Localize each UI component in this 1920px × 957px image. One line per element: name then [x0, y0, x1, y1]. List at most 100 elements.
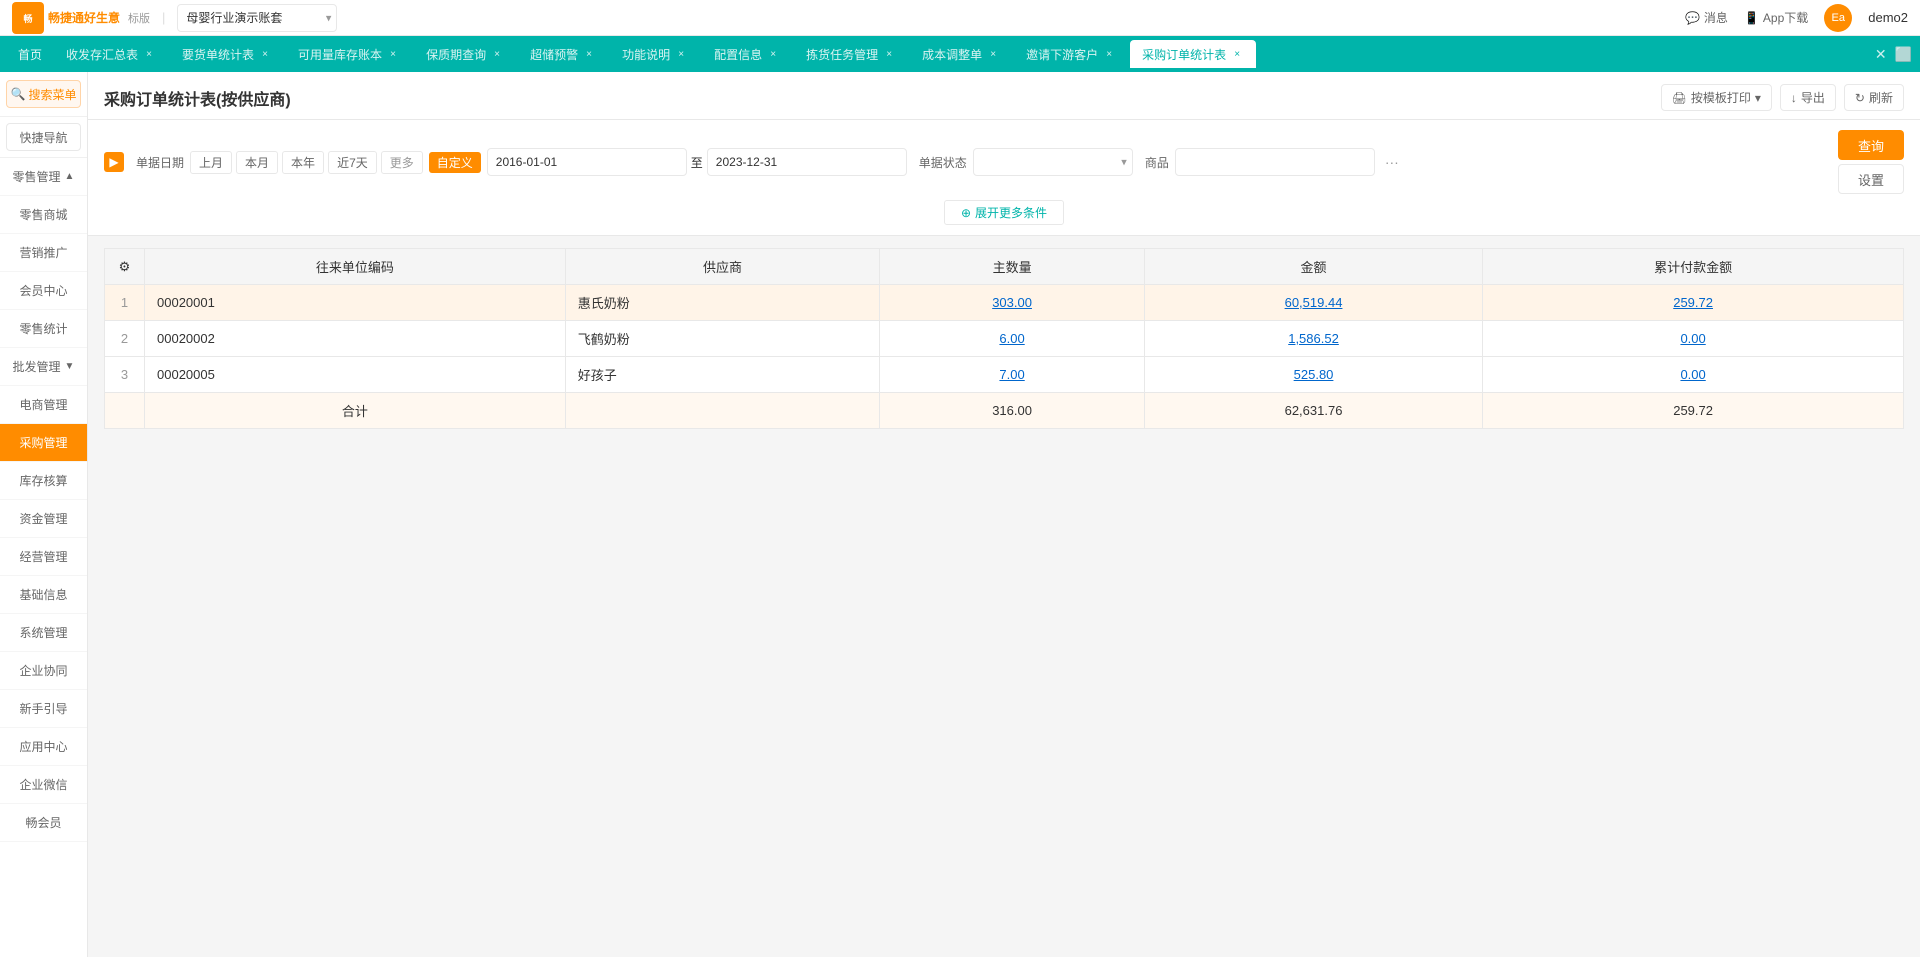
- tab-keyongliang[interactable]: 可用量库存账本 ×: [286, 40, 412, 68]
- sidebar-item-system[interactable]: 系统管理: [0, 614, 87, 652]
- sidebar-item-ecommerce[interactable]: 电商管理: [0, 386, 87, 424]
- cell-amount-2[interactable]: 1,586.52: [1144, 321, 1482, 357]
- sidebar-item-member[interactable]: 会员中心: [0, 272, 87, 310]
- close-tab-caigou[interactable]: ×: [1230, 47, 1244, 61]
- close-tab-jianhuo[interactable]: ×: [882, 47, 896, 61]
- nav-tabs: 首页 收发存汇总表 × 要货单统计表 × 可用量库存账本 × 保质期查询 × 超…: [0, 36, 1920, 72]
- close-tab-keyongliang[interactable]: ×: [386, 47, 400, 61]
- query-btn[interactable]: 查询: [1838, 130, 1904, 160]
- status-select[interactable]: [973, 148, 1133, 176]
- table-row: 1 00020001 惠氏奶粉 303.00 60,519.44 259.72: [105, 285, 1904, 321]
- sidebar-item-appstore[interactable]: 应用中心: [0, 728, 87, 766]
- message-btn[interactable]: 💬 消息: [1685, 9, 1728, 26]
- sidebar-item-retail-stat[interactable]: 零售统计: [0, 310, 87, 348]
- close-tab-yaoqing[interactable]: ×: [1102, 47, 1116, 61]
- page-actions: 🖨 按模板打印 ▾ ↓ 导出 ↻ 刷新: [1661, 84, 1904, 111]
- tab-baozhi[interactable]: 保质期查询 ×: [414, 40, 516, 68]
- col-amount: 金额: [1144, 249, 1482, 285]
- settings-btn[interactable]: 设置: [1838, 164, 1904, 194]
- goods-more-btn[interactable]: ···: [1381, 154, 1403, 170]
- gear-icon[interactable]: ⚙: [119, 259, 131, 274]
- search-menu-btn[interactable]: 🔍 搜索菜单: [6, 80, 81, 108]
- close-tab-yaohuo[interactable]: ×: [258, 47, 272, 61]
- close-tab-baozhi[interactable]: ×: [490, 47, 504, 61]
- shortcut-this-year[interactable]: 本年: [282, 151, 324, 174]
- maximize-tab[interactable]: ⬜: [1895, 46, 1912, 63]
- svg-text:畅: 畅: [23, 13, 32, 24]
- quick-nav-btn[interactable]: 快捷导航: [6, 123, 81, 151]
- filter-expand-area: ⊕ 展开更多条件: [104, 194, 1904, 225]
- sidebar-item-operations[interactable]: 经营管理: [0, 538, 87, 576]
- logo-subtitle: 标版: [128, 10, 150, 26]
- goods-input[interactable]: [1175, 148, 1375, 176]
- export-btn[interactable]: ↓ 导出: [1780, 84, 1836, 111]
- refresh-icon: ↻: [1855, 91, 1865, 105]
- cell-qty-3[interactable]: 7.00: [880, 357, 1145, 393]
- sidebar-item-inventory[interactable]: 库存核算: [0, 462, 87, 500]
- cell-paid-1[interactable]: 259.72: [1483, 285, 1904, 321]
- close-tab-peizhi[interactable]: ×: [766, 47, 780, 61]
- avatar[interactable]: Ea: [1824, 4, 1852, 32]
- sidebar-item-basic[interactable]: 基础信息: [0, 576, 87, 614]
- filter-area: ▶ 单据日期 上月 本月 本年 近7天 更多 自定义 至: [88, 120, 1920, 236]
- sidebar-item-finance[interactable]: 资金管理: [0, 500, 87, 538]
- print-btn[interactable]: 🖨 按模板打印 ▾: [1661, 84, 1772, 111]
- filter-date: 单据日期 上月 本月 本年 近7天 更多 自定义 至: [136, 148, 907, 176]
- date-to-input[interactable]: [707, 148, 907, 176]
- expand-more-btn[interactable]: ⊕ 展开更多条件: [944, 200, 1064, 225]
- tab-gongneng[interactable]: 功能说明 ×: [610, 40, 700, 68]
- cell-paid-2[interactable]: 0.00: [1483, 321, 1904, 357]
- table-footer: 合计 316.00 62,631.76 259.72: [105, 393, 1904, 429]
- sidebar-item-wholesale[interactable]: 批发管理 ▼: [0, 348, 87, 386]
- logo-icon: 畅: [12, 2, 44, 34]
- sidebar-item-wechat[interactable]: 企业微信: [0, 766, 87, 804]
- sidebar-item-newbie[interactable]: 新手引导: [0, 690, 87, 728]
- shortcut-this-month[interactable]: 本月: [236, 151, 278, 174]
- shortcut-7days[interactable]: 近7天: [328, 151, 377, 174]
- cell-index-2: 2: [105, 321, 145, 357]
- sidebar-item-retail-mgmt[interactable]: 零售管理 ▲: [0, 158, 87, 196]
- filter-goods: 商品 ···: [1145, 148, 1403, 176]
- custom-date-tag[interactable]: 自定义: [429, 152, 481, 173]
- sidebar-item-marketing[interactable]: 营销推广: [0, 234, 87, 272]
- cell-paid-3[interactable]: 0.00: [1483, 357, 1904, 393]
- refresh-btn[interactable]: ↻ 刷新: [1844, 84, 1904, 111]
- tab-home[interactable]: 首页: [8, 40, 52, 68]
- col-gear: ⚙: [105, 249, 145, 285]
- tab-chengben[interactable]: 成本调整单 ×: [910, 40, 1012, 68]
- app-download-btn[interactable]: 📱 App下载: [1744, 9, 1808, 26]
- cell-qty-2[interactable]: 6.00: [880, 321, 1145, 357]
- chevron-expand-icon: ⊕: [961, 206, 971, 220]
- close-tab-shoufacun[interactable]: ×: [142, 47, 156, 61]
- cell-qty-1[interactable]: 303.00: [880, 285, 1145, 321]
- col-paid: 累计付款金额: [1483, 249, 1904, 285]
- breadcrumb-select[interactable]: 母婴行业演示账套: [177, 4, 337, 32]
- sidebar-item-member2[interactable]: 畅会员: [0, 804, 87, 842]
- cell-index-3: 3: [105, 357, 145, 393]
- tab-chachu[interactable]: 超储预警 ×: [518, 40, 608, 68]
- sidebar-item-retail-shop[interactable]: 零售商城: [0, 196, 87, 234]
- date-from-input[interactable]: [487, 148, 687, 176]
- sidebar-item-enterprise[interactable]: 企业协同: [0, 652, 87, 690]
- cell-amount-3[interactable]: 525.80: [1144, 357, 1482, 393]
- close-all-tabs[interactable]: ✕: [1875, 46, 1887, 63]
- chevron-wholesale-icon: ▼: [65, 361, 75, 372]
- tab-yaohuo[interactable]: 要货单统计表 ×: [170, 40, 284, 68]
- filter-expand-btn[interactable]: ▶: [104, 152, 124, 172]
- shortcut-more[interactable]: 更多: [381, 151, 423, 174]
- tab-caigou-active[interactable]: 采购订单统计表 ×: [1130, 40, 1256, 68]
- sidebar-item-purchase[interactable]: 采购管理: [0, 424, 87, 462]
- close-tab-gongneng[interactable]: ×: [674, 47, 688, 61]
- cell-amount-1[interactable]: 60,519.44: [1144, 285, 1482, 321]
- page-title: 采购订单统计表(按供应商): [104, 86, 291, 110]
- top-bar-right: 💬 消息 📱 App下载 Ea demo2: [1685, 4, 1908, 32]
- close-tab-chengben[interactable]: ×: [986, 47, 1000, 61]
- close-tab-chachu[interactable]: ×: [582, 47, 596, 61]
- tab-yaoqing[interactable]: 邀请下游客户 ×: [1014, 40, 1128, 68]
- tab-shoufacun[interactable]: 收发存汇总表 ×: [54, 40, 168, 68]
- shortcut-last-month[interactable]: 上月: [190, 151, 232, 174]
- tab-jianhuo[interactable]: 拣货任务管理 ×: [794, 40, 908, 68]
- tab-peizhi[interactable]: 配置信息 ×: [702, 40, 792, 68]
- filter-row-1: ▶ 单据日期 上月 本月 本年 近7天 更多 自定义 至: [104, 130, 1904, 194]
- top-bar-left: 畅 畅捷通好生意 标版 | 母婴行业演示账套: [12, 2, 337, 34]
